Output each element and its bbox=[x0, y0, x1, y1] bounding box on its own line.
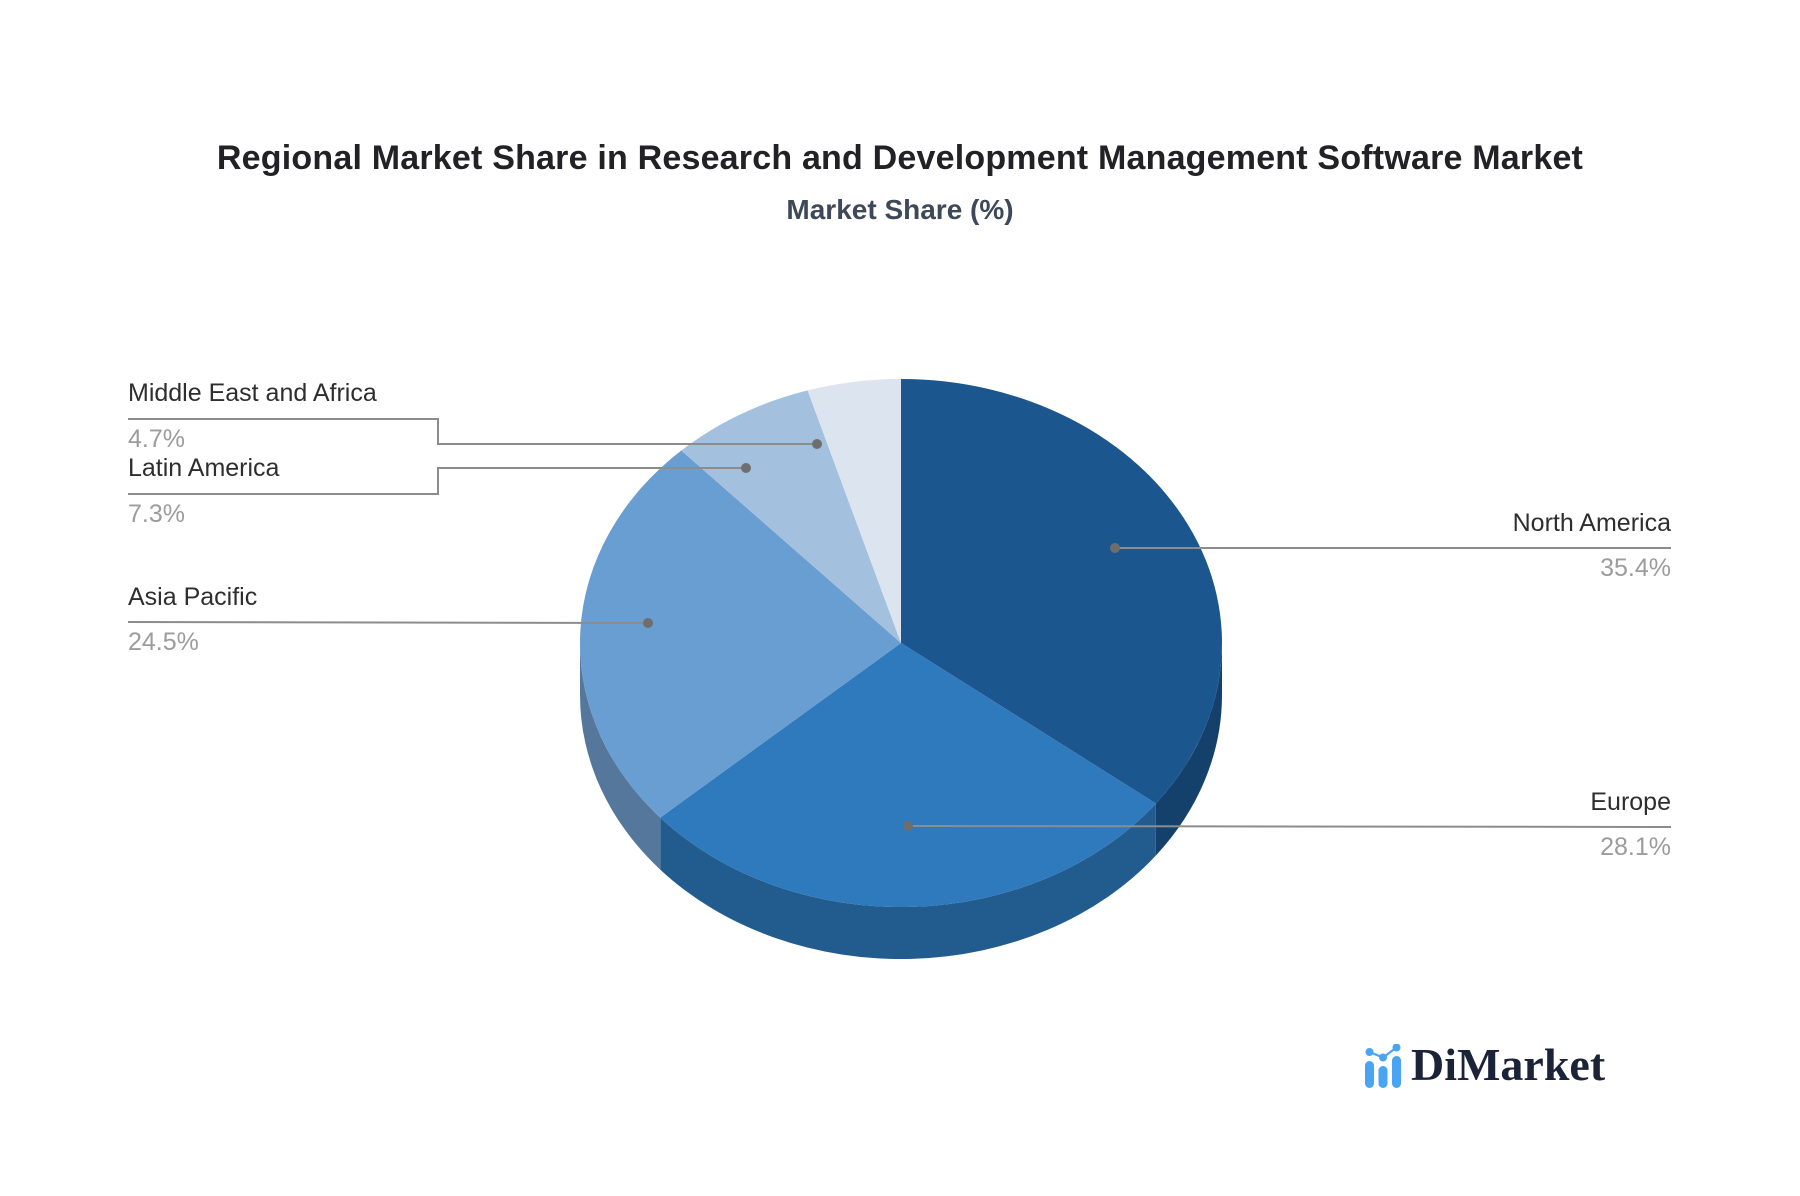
slice-value-north-america: 35.4% bbox=[1600, 556, 1671, 581]
leader-dot-asia-pacific bbox=[643, 618, 653, 628]
slice-label-middle-east-and-africa: Middle East and Africa bbox=[128, 381, 377, 406]
leader-dot-europe bbox=[903, 821, 913, 831]
slice-label-asia-pacific: Asia Pacific bbox=[128, 585, 257, 610]
leader-dot-north-america bbox=[1110, 543, 1120, 553]
brand-logo-text: DiMarket bbox=[1411, 1042, 1605, 1088]
slice-value-asia-pacific: 24.5% bbox=[128, 630, 199, 655]
slice-label-europe: Europe bbox=[1590, 790, 1671, 815]
slice-label-latin-america: Latin America bbox=[128, 456, 279, 481]
slice-value-europe: 28.1% bbox=[1600, 835, 1671, 860]
leader-dot-latin-america bbox=[741, 463, 751, 473]
pie-chart bbox=[0, 0, 1800, 1196]
leader-line-europe bbox=[908, 826, 1671, 827]
slice-value-middle-east-and-africa: 4.7% bbox=[128, 427, 185, 452]
brand-logo: DiMarket bbox=[1363, 1042, 1605, 1088]
slice-label-north-america: North America bbox=[1513, 511, 1671, 536]
slice-value-latin-america: 7.3% bbox=[128, 502, 185, 527]
leader-line-asia-pacific bbox=[128, 622, 648, 623]
brand-logo-icon bbox=[1363, 1044, 1401, 1088]
leader-dot-middle-east-and-africa bbox=[812, 439, 822, 449]
